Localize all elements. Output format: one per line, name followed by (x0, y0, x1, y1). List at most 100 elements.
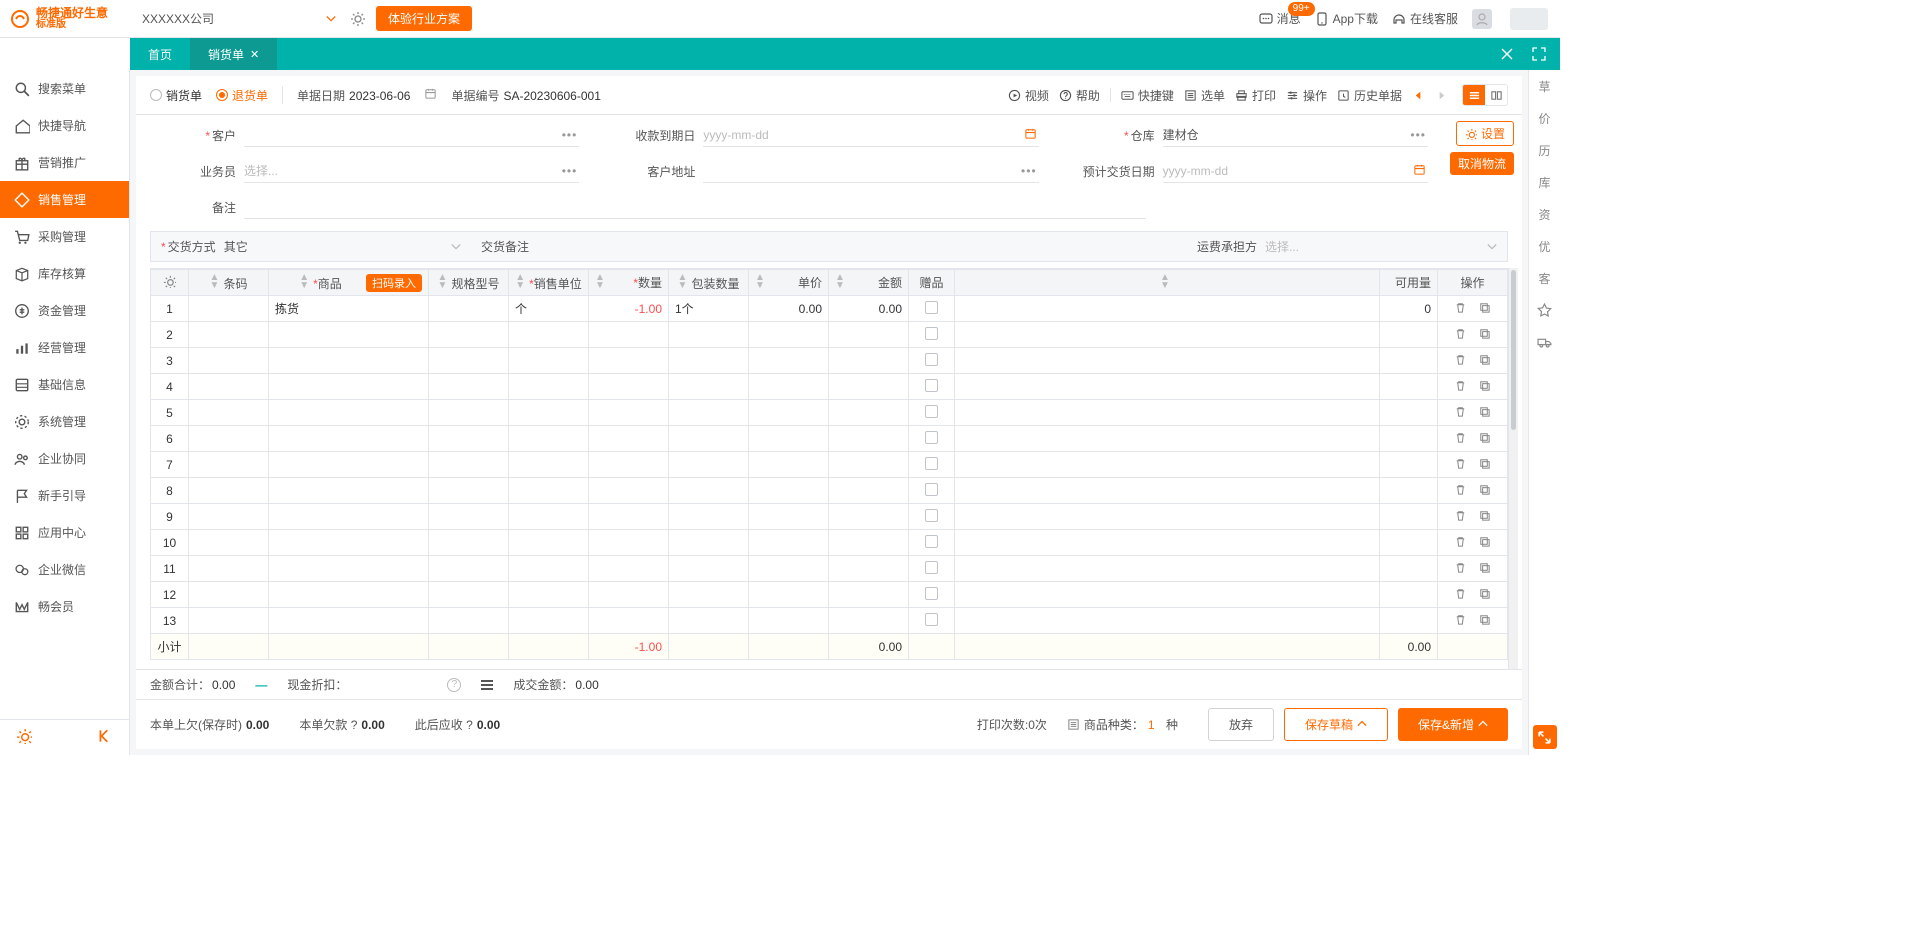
table-row[interactable]: 2 (151, 322, 1508, 348)
cell-unit[interactable] (509, 582, 589, 608)
row-copy-icon[interactable] (1478, 485, 1491, 499)
table-vertical-scrollbar[interactable] (1508, 268, 1518, 669)
info-icon[interactable]: ? (466, 718, 473, 732)
rail-item-价[interactable]: 价 (1533, 106, 1557, 130)
customer-field[interactable]: ••• (244, 123, 579, 147)
cell-qty[interactable] (589, 452, 669, 478)
row-delete-icon[interactable] (1454, 563, 1467, 577)
cell-unit[interactable] (509, 530, 589, 556)
cell-spec[interactable] (429, 478, 509, 504)
delivery-method-select[interactable]: 其它 (224, 238, 461, 255)
cell-spec[interactable] (429, 296, 509, 322)
checkbox-icon[interactable] (925, 483, 938, 496)
col-gift[interactable]: 赠品 (909, 270, 955, 296)
rail-item-优[interactable]: 优 (1533, 234, 1557, 258)
col-avail[interactable]: 可用量 (1380, 270, 1438, 296)
cell-product[interactable] (269, 478, 429, 504)
rail-item-expand[interactable] (1533, 725, 1557, 749)
cell-gift[interactable] (909, 452, 955, 478)
row-copy-icon[interactable] (1478, 537, 1491, 551)
header-print[interactable]: 打印 (1235, 87, 1276, 104)
row-copy-icon[interactable] (1478, 355, 1491, 369)
cell-extra[interactable] (955, 348, 1380, 374)
cell-amount[interactable] (829, 426, 909, 452)
cell-pkg[interactable] (669, 426, 749, 452)
cell-product[interactable] (269, 348, 429, 374)
cell-barcode[interactable] (189, 348, 269, 374)
tab-sales-order[interactable]: 销货单 ✕ (190, 38, 277, 70)
col-blank[interactable]: ▲▼ (955, 270, 1380, 296)
col-barcode[interactable]: ▲▼条码 (189, 270, 269, 296)
sidebar-item-search-menu[interactable]: 搜索菜单 (0, 70, 129, 107)
cell-product[interactable] (269, 504, 429, 530)
settings-button[interactable]: 设置 (1456, 121, 1514, 146)
cell-avail[interactable] (1380, 478, 1438, 504)
cell-qty[interactable] (589, 348, 669, 374)
row-delete-icon[interactable] (1454, 589, 1467, 603)
cell-pkg[interactable] (669, 348, 749, 374)
row-copy-icon[interactable] (1478, 407, 1491, 421)
cell-price[interactable] (749, 348, 829, 374)
cell-gift[interactable] (909, 556, 955, 582)
cell-price[interactable] (749, 556, 829, 582)
row-copy-icon[interactable] (1478, 459, 1491, 473)
header-shortcut[interactable]: 快捷键 (1121, 87, 1174, 104)
cell-price[interactable] (749, 322, 829, 348)
cell-product[interactable] (269, 426, 429, 452)
cell-unit[interactable]: 个 (509, 296, 589, 322)
close-icon[interactable]: ✕ (250, 48, 259, 61)
cell-barcode[interactable] (189, 426, 269, 452)
cell-avail[interactable] (1380, 556, 1438, 582)
sidebar-item-collab[interactable]: 企业协同 (0, 440, 129, 477)
cell-barcode[interactable] (189, 374, 269, 400)
cell-gift[interactable] (909, 530, 955, 556)
cell-barcode[interactable] (189, 322, 269, 348)
cell-pkg[interactable] (669, 530, 749, 556)
sidebar-item-marketing[interactable]: 营销推广 (0, 144, 129, 181)
cell-product[interactable] (269, 374, 429, 400)
cell-pkg[interactable] (669, 374, 749, 400)
sidebar-item-wechat[interactable]: 企业微信 (0, 551, 129, 588)
checkbox-icon[interactable] (925, 353, 938, 366)
table-row[interactable]: 8 (151, 478, 1508, 504)
cell-qty[interactable] (589, 530, 669, 556)
cell-gift[interactable] (909, 348, 955, 374)
cell-product[interactable] (269, 400, 429, 426)
cell-qty[interactable] (589, 322, 669, 348)
checkbox-icon[interactable] (925, 301, 938, 314)
cell-gift[interactable] (909, 478, 955, 504)
cell-gift[interactable] (909, 504, 955, 530)
cell-qty[interactable] (589, 582, 669, 608)
tab-home[interactable]: 首页 (130, 38, 190, 70)
cell-pkg[interactable] (669, 504, 749, 530)
cell-unit[interactable] (509, 426, 589, 452)
radio-return-order[interactable]: 退货单 (216, 87, 268, 104)
cell-extra[interactable] (955, 530, 1380, 556)
cell-unit[interactable] (509, 556, 589, 582)
cell-extra[interactable] (955, 426, 1380, 452)
row-copy-icon[interactable] (1478, 511, 1491, 525)
col-unit[interactable]: ▲▼*销售单位 (509, 270, 589, 296)
cell-barcode[interactable] (189, 478, 269, 504)
table-row[interactable]: 10 (151, 530, 1508, 556)
cell-pkg[interactable] (669, 452, 749, 478)
cell-product[interactable]: 拣货 (269, 296, 429, 322)
row-copy-icon[interactable] (1478, 589, 1491, 603)
checkbox-icon[interactable] (925, 587, 938, 600)
cell-barcode[interactable] (189, 608, 269, 634)
rail-item-历[interactable]: 历 (1533, 138, 1557, 162)
cell-price[interactable]: 0.00 (749, 296, 829, 322)
cell-product[interactable] (269, 582, 429, 608)
warehouse-field[interactable]: 建材仓••• (1163, 123, 1428, 147)
table-row[interactable]: 4 (151, 374, 1508, 400)
table-row[interactable]: 12 (151, 582, 1508, 608)
cell-qty[interactable] (589, 374, 669, 400)
cell-unit[interactable] (509, 374, 589, 400)
cell-extra[interactable] (955, 452, 1380, 478)
view-mode-list[interactable] (1463, 85, 1485, 105)
row-delete-icon[interactable] (1454, 329, 1467, 343)
table-row[interactable]: 7 (151, 452, 1508, 478)
cancel-logistics-button[interactable]: 取消物流 (1450, 152, 1514, 175)
row-copy-icon[interactable] (1478, 563, 1491, 577)
cell-price[interactable] (749, 582, 829, 608)
